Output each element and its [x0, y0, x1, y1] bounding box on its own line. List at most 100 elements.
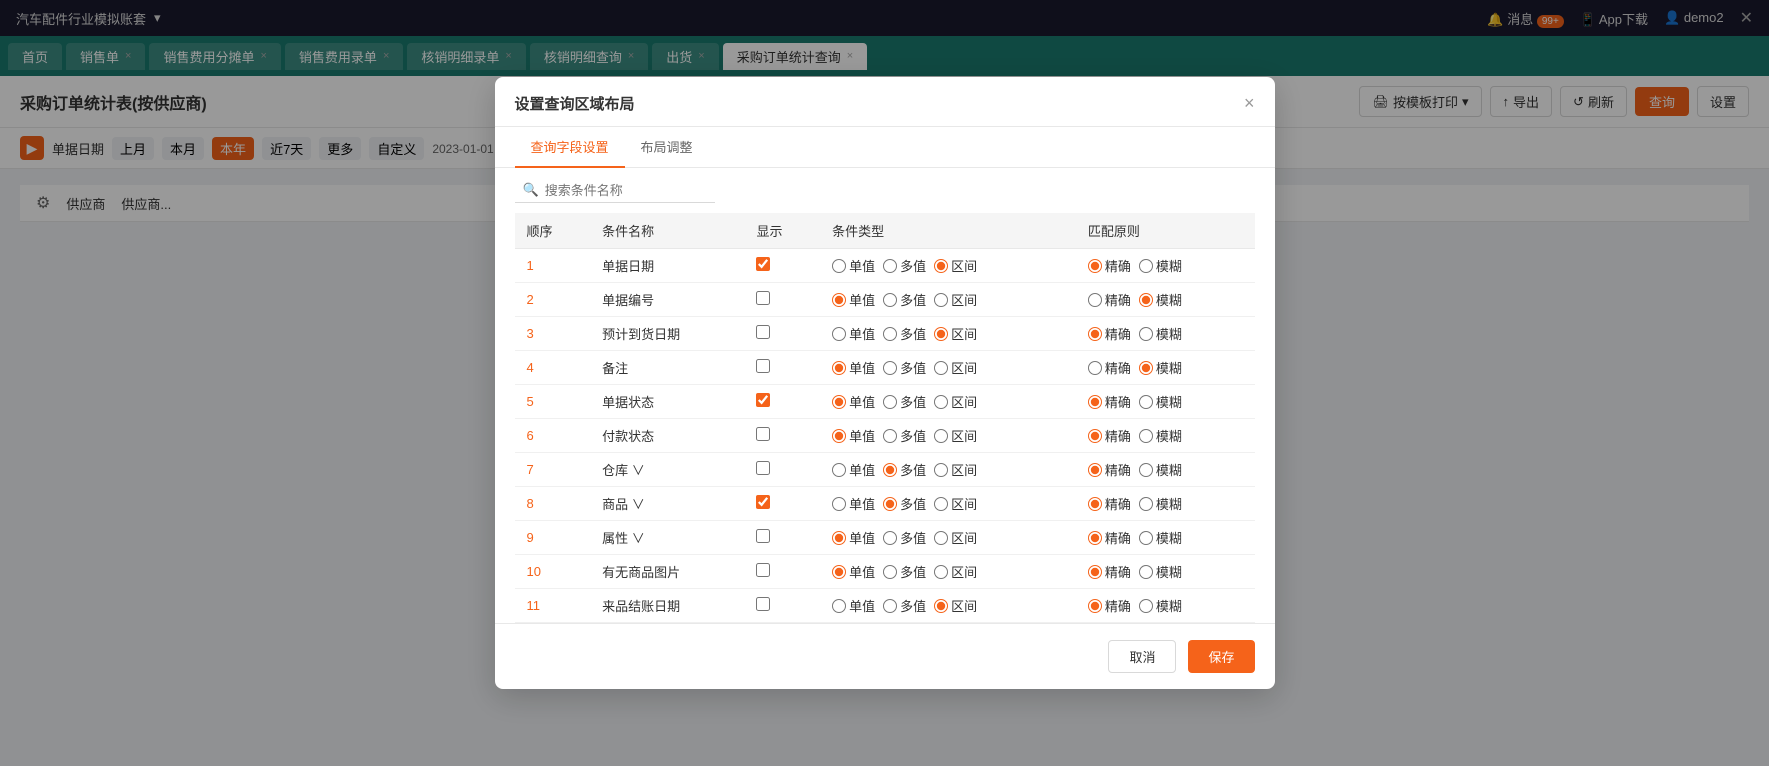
type-range-option[interactable]: 区间 [934, 324, 977, 343]
type-single-option[interactable]: 单值 [832, 596, 875, 615]
type-range-option[interactable]: 区间 [934, 460, 977, 479]
type-single-option[interactable]: 单值 [832, 290, 875, 309]
show-checkbox[interactable] [756, 359, 770, 373]
show-checkbox[interactable] [756, 393, 770, 407]
show-checkbox[interactable] [756, 597, 770, 611]
show-checkbox[interactable] [756, 461, 770, 475]
type-multi-option[interactable]: 多值 [883, 528, 926, 547]
row-show[interactable] [744, 555, 820, 589]
type-multi-option[interactable]: 多值 [883, 324, 926, 343]
row-order: 9 [515, 521, 591, 555]
match-exact-option[interactable]: 精确 [1088, 460, 1131, 479]
row-match: 精确模糊 [1076, 521, 1255, 555]
type-range-option[interactable]: 区间 [934, 392, 977, 411]
row-show[interactable] [744, 351, 820, 385]
type-range-option[interactable]: 区间 [934, 596, 977, 615]
table-row: 1单据日期单值多值区间精确模糊 [515, 249, 1255, 283]
type-range-option[interactable]: 区间 [934, 528, 977, 547]
show-checkbox[interactable] [756, 427, 770, 441]
match-exact-option[interactable]: 精确 [1088, 596, 1131, 615]
type-multi-option[interactable]: 多值 [883, 256, 926, 275]
row-name: 有无商品图片 [590, 555, 744, 589]
tab-layout-adjust[interactable]: 布局调整 [625, 127, 709, 168]
match-exact-option[interactable]: 精确 [1088, 494, 1131, 513]
match-fuzzy-option[interactable]: 模糊 [1139, 324, 1182, 343]
match-exact-option[interactable]: 精确 [1088, 392, 1131, 411]
match-fuzzy-option[interactable]: 模糊 [1139, 596, 1182, 615]
match-exact-option[interactable]: 精确 [1088, 290, 1131, 309]
type-single-option[interactable]: 单值 [832, 562, 875, 581]
save-button[interactable]: 保存 [1188, 640, 1254, 673]
match-fuzzy-option[interactable]: 模糊 [1139, 392, 1182, 411]
type-multi-option[interactable]: 多值 [883, 358, 926, 377]
type-multi-option[interactable]: 多值 [883, 494, 926, 513]
show-checkbox[interactable] [756, 495, 770, 509]
type-range-option[interactable]: 区间 [934, 358, 977, 377]
type-multi-option[interactable]: 多值 [883, 460, 926, 479]
match-fuzzy-option[interactable]: 模糊 [1139, 528, 1182, 547]
cancel-button[interactable]: 取消 [1108, 640, 1176, 673]
match-exact-option[interactable]: 精确 [1088, 324, 1131, 343]
show-checkbox[interactable] [756, 291, 770, 305]
match-fuzzy-option[interactable]: 模糊 [1139, 290, 1182, 309]
show-checkbox[interactable] [756, 257, 770, 271]
row-name: 来品结账日期 [590, 589, 744, 623]
row-show[interactable] [744, 317, 820, 351]
row-order: 11 [515, 589, 591, 623]
tab-query-field-settings[interactable]: 查询字段设置 [515, 127, 625, 168]
show-checkbox[interactable] [756, 563, 770, 577]
type-range-option[interactable]: 区间 [934, 256, 977, 275]
type-range-option[interactable]: 区间 [934, 494, 977, 513]
type-single-option[interactable]: 单值 [832, 426, 875, 445]
dialog-close-button[interactable]: × [1244, 93, 1255, 114]
row-type: 单值多值区间 [820, 351, 1076, 385]
match-fuzzy-option[interactable]: 模糊 [1139, 562, 1182, 581]
row-type: 单值多值区间 [820, 249, 1076, 283]
search-input[interactable] [545, 183, 705, 198]
row-show[interactable] [744, 283, 820, 317]
table-row: 6付款状态单值多值区间精确模糊 [515, 419, 1255, 453]
match-exact-option[interactable]: 精确 [1088, 256, 1131, 275]
dialog-tabs: 查询字段设置 布局调整 [495, 127, 1275, 168]
match-fuzzy-option[interactable]: 模糊 [1139, 460, 1182, 479]
row-name: 仓库 ∨ [590, 453, 744, 487]
match-fuzzy-option[interactable]: 模糊 [1139, 494, 1182, 513]
type-multi-option[interactable]: 多值 [883, 426, 926, 445]
row-show[interactable] [744, 487, 820, 521]
type-single-option[interactable]: 单值 [832, 460, 875, 479]
match-fuzzy-option[interactable]: 模糊 [1139, 256, 1182, 275]
match-exact-option[interactable]: 精确 [1088, 562, 1131, 581]
type-single-option[interactable]: 单值 [832, 494, 875, 513]
row-show[interactable] [744, 521, 820, 555]
type-single-option[interactable]: 单值 [832, 324, 875, 343]
row-show[interactable] [744, 249, 820, 283]
table-row: 8商品 ∨单值多值区间精确模糊 [515, 487, 1255, 521]
show-checkbox[interactable] [756, 529, 770, 543]
match-exact-option[interactable]: 精确 [1088, 358, 1131, 377]
search-wrap: 🔍 [515, 178, 715, 203]
type-multi-option[interactable]: 多值 [883, 392, 926, 411]
match-fuzzy-option[interactable]: 模糊 [1139, 426, 1182, 445]
type-range-option[interactable]: 区间 [934, 562, 977, 581]
show-checkbox[interactable] [756, 325, 770, 339]
type-multi-option[interactable]: 多值 [883, 562, 926, 581]
type-multi-option[interactable]: 多值 [883, 596, 926, 615]
type-single-option[interactable]: 单值 [832, 256, 875, 275]
type-single-option[interactable]: 单值 [832, 528, 875, 547]
type-range-option[interactable]: 区间 [934, 290, 977, 309]
type-range-option[interactable]: 区间 [934, 426, 977, 445]
match-fuzzy-option[interactable]: 模糊 [1139, 358, 1182, 377]
row-show[interactable] [744, 385, 820, 419]
row-show[interactable] [744, 453, 820, 487]
match-exact-option[interactable]: 精确 [1088, 426, 1131, 445]
row-type: 单值多值区间 [820, 317, 1076, 351]
row-order: 2 [515, 283, 591, 317]
match-exact-option[interactable]: 精确 [1088, 528, 1131, 547]
type-single-option[interactable]: 单值 [832, 358, 875, 377]
row-show[interactable] [744, 419, 820, 453]
type-multi-option[interactable]: 多值 [883, 290, 926, 309]
row-show[interactable] [744, 589, 820, 623]
row-name: 备注 [590, 351, 744, 385]
type-single-option[interactable]: 单值 [832, 392, 875, 411]
row-order: 6 [515, 419, 591, 453]
